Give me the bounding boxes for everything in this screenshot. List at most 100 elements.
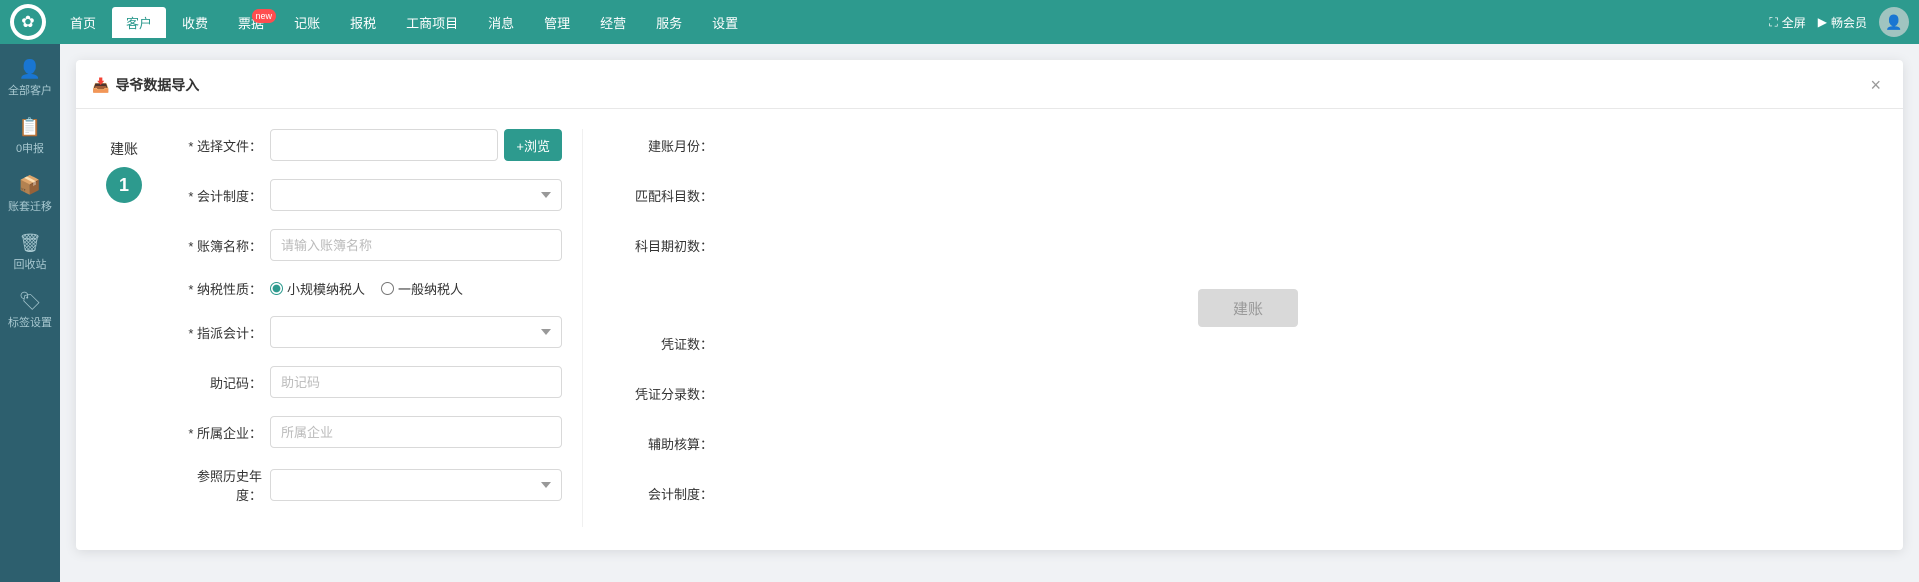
info-month-label: 建账月份：	[623, 136, 713, 155]
tax-type-row: * 纳税性质： 小规模纳税人 一般纳税人	[182, 279, 562, 298]
form-section-right: 建账月份： 匹配科目数： 科目期初数： 建账	[582, 129, 1873, 527]
top-navigation: ✿ 首页 客户 收费 票据 new 记账 报税 工商项目 消息 管理 经营 服务…	[0, 0, 1919, 44]
file-row: * 选择文件： +浏览	[182, 129, 562, 161]
info-voucher-records-label: 凭证分录数：	[623, 384, 713, 403]
sidebar-label-zero-declare: 0申报	[16, 140, 44, 156]
info-auxiliary-label: 辅助核算：	[623, 434, 713, 453]
sidebar-label-migrate: 账套迁移	[8, 198, 52, 214]
accountant-row: * 指派会计：	[182, 316, 562, 348]
tax-general-radio[interactable]	[381, 282, 394, 295]
sidebar-label-all-customers: 全部客户	[8, 82, 52, 98]
nav-manage[interactable]: 管理	[530, 7, 584, 38]
nav-operation[interactable]: 经营	[586, 7, 640, 38]
info-period-row: 科目期初数：	[623, 229, 1873, 261]
nav-settings[interactable]: 设置	[698, 7, 752, 38]
tags-icon: 🏷	[19, 292, 42, 310]
info-accounting-system2-row: 会计制度：	[623, 477, 1873, 509]
close-button[interactable]: ×	[1864, 74, 1887, 96]
company-input[interactable]	[270, 416, 562, 448]
build-button[interactable]: 建账	[1198, 289, 1298, 327]
ledger-name-label: * 账簿名称：	[182, 236, 262, 255]
memo-row: 助记码：	[182, 366, 562, 398]
info-voucher-label: 凭证数：	[623, 334, 713, 353]
new-badge: new	[252, 9, 277, 24]
nav-service[interactable]: 服务	[642, 7, 696, 38]
tax-general-label: 一般纳税人	[398, 279, 463, 298]
info-voucher-records-row: 凭证分录数：	[623, 377, 1873, 409]
memo-label: 助记码：	[182, 373, 262, 392]
step-section: 建账 1	[106, 129, 142, 527]
zero-declare-icon: 📋	[19, 118, 41, 136]
history-select[interactable]	[270, 469, 562, 501]
history-label: 参照历史年度：	[182, 466, 262, 504]
migrate-icon: 📦	[19, 176, 41, 194]
dialog-title: 📥 导爷数据导入	[92, 75, 199, 95]
info-voucher-row: 凭证数：	[623, 327, 1873, 359]
member-label: 畅会员	[1831, 14, 1867, 31]
info-auxiliary-row: 辅助核算：	[623, 427, 1873, 459]
nav-invoice[interactable]: 票据 new	[224, 7, 278, 38]
build-btn-area: 建账	[623, 279, 1873, 327]
accountant-select[interactable]	[270, 316, 562, 348]
info-match-label: 匹配科目数：	[623, 186, 713, 205]
nav-fee[interactable]: 收费	[168, 7, 222, 38]
avatar[interactable]: 👤	[1879, 7, 1909, 37]
ledger-name-input[interactable]	[270, 229, 562, 261]
nav-business[interactable]: 工商项目	[392, 7, 472, 38]
info-period-label: 科目期初数：	[623, 236, 713, 255]
dialog-header: 📥 导爷数据导入 ×	[76, 60, 1903, 109]
nav-tax[interactable]: 报税	[336, 7, 390, 38]
dialog-body: 建账 1 * 选择文件： +浏览 * 会计制度：	[76, 109, 1903, 547]
accountant-label: * 指派会计：	[182, 323, 262, 342]
logo[interactable]: ✿	[10, 4, 46, 40]
main-layout: 👤 全部客户 📋 0申报 📦 账套迁移 🗑 回收站 🏷 标签设置 📥 导爷	[0, 44, 1919, 582]
fullscreen-label: 全屏	[1782, 14, 1806, 31]
tax-general[interactable]: 一般纳税人	[381, 279, 463, 298]
tax-small-radio[interactable]	[270, 282, 283, 295]
dialog-title-icon: 📥	[92, 77, 109, 94]
info-match-row: 匹配科目数：	[623, 179, 1873, 211]
accounting-system-row: * 会计制度：	[182, 179, 562, 211]
file-input-group: +浏览	[270, 129, 562, 161]
company-label: * 所属企业：	[182, 423, 262, 442]
file-input[interactable]	[270, 129, 498, 161]
ledger-name-row: * 账簿名称：	[182, 229, 562, 261]
form-section-left: * 选择文件： +浏览 * 会计制度：	[182, 129, 562, 527]
member-icon: ▶	[1818, 15, 1827, 29]
tax-type-label: * 纳税性质：	[182, 279, 262, 298]
info-month-row: 建账月份：	[623, 129, 1873, 161]
sidebar-item-all-customers[interactable]: 👤 全部客户	[0, 52, 60, 106]
history-row: 参照历史年度：	[182, 466, 562, 504]
logo-icon: ✿	[14, 8, 42, 36]
info-accounting-system2-label: 会计制度：	[623, 484, 713, 503]
sidebar: 👤 全部客户 📋 0申报 📦 账套迁移 🗑 回收站 🏷 标签设置	[0, 44, 60, 582]
nav-customer[interactable]: 客户	[112, 7, 166, 38]
content-area: 📥 导爷数据导入 × 建账 1 * 选择文件：	[60, 44, 1919, 582]
tax-small-scale[interactable]: 小规模纳税人	[270, 279, 365, 298]
sidebar-item-tags[interactable]: 🏷 标签设置	[0, 284, 60, 338]
all-customers-icon: 👤	[19, 60, 41, 78]
file-label: * 选择文件：	[182, 136, 262, 155]
nav-home[interactable]: 首页	[56, 7, 110, 38]
nav-items: 首页 客户 收费 票据 new 记账 报税 工商项目 消息 管理 经营 服务 设…	[56, 7, 1769, 38]
sidebar-item-zero-declare[interactable]: 📋 0申报	[0, 110, 60, 164]
sidebar-item-trash[interactable]: 🗑 回收站	[0, 226, 60, 280]
dialog-card: 📥 导爷数据导入 × 建账 1 * 选择文件：	[76, 60, 1903, 550]
dialog-title-text: 导爷数据导入	[115, 75, 199, 95]
sidebar-label-tags: 标签设置	[8, 314, 52, 330]
accounting-system-select[interactable]	[270, 179, 562, 211]
trash-icon: 🗑	[19, 234, 42, 252]
sidebar-label-trash: 回收站	[14, 256, 47, 272]
nav-message[interactable]: 消息	[474, 7, 528, 38]
member-btn[interactable]: ▶ 畅会员	[1818, 14, 1867, 31]
fullscreen-btn[interactable]: ⛶ 全屏	[1769, 14, 1805, 31]
nav-bookkeeping[interactable]: 记账	[280, 7, 334, 38]
memo-input[interactable]	[270, 366, 562, 398]
fullscreen-icon: ⛶	[1769, 15, 1777, 30]
accounting-system-label: * 会计制度：	[182, 186, 262, 205]
company-row: * 所属企业：	[182, 416, 562, 448]
sidebar-item-migrate[interactable]: 📦 账套迁移	[0, 168, 60, 222]
tax-radio-group: 小规模纳税人 一般纳税人	[270, 279, 463, 298]
nav-right: ⛶ 全屏 ▶ 畅会员 👤	[1769, 7, 1909, 37]
browse-button[interactable]: +浏览	[504, 129, 562, 161]
